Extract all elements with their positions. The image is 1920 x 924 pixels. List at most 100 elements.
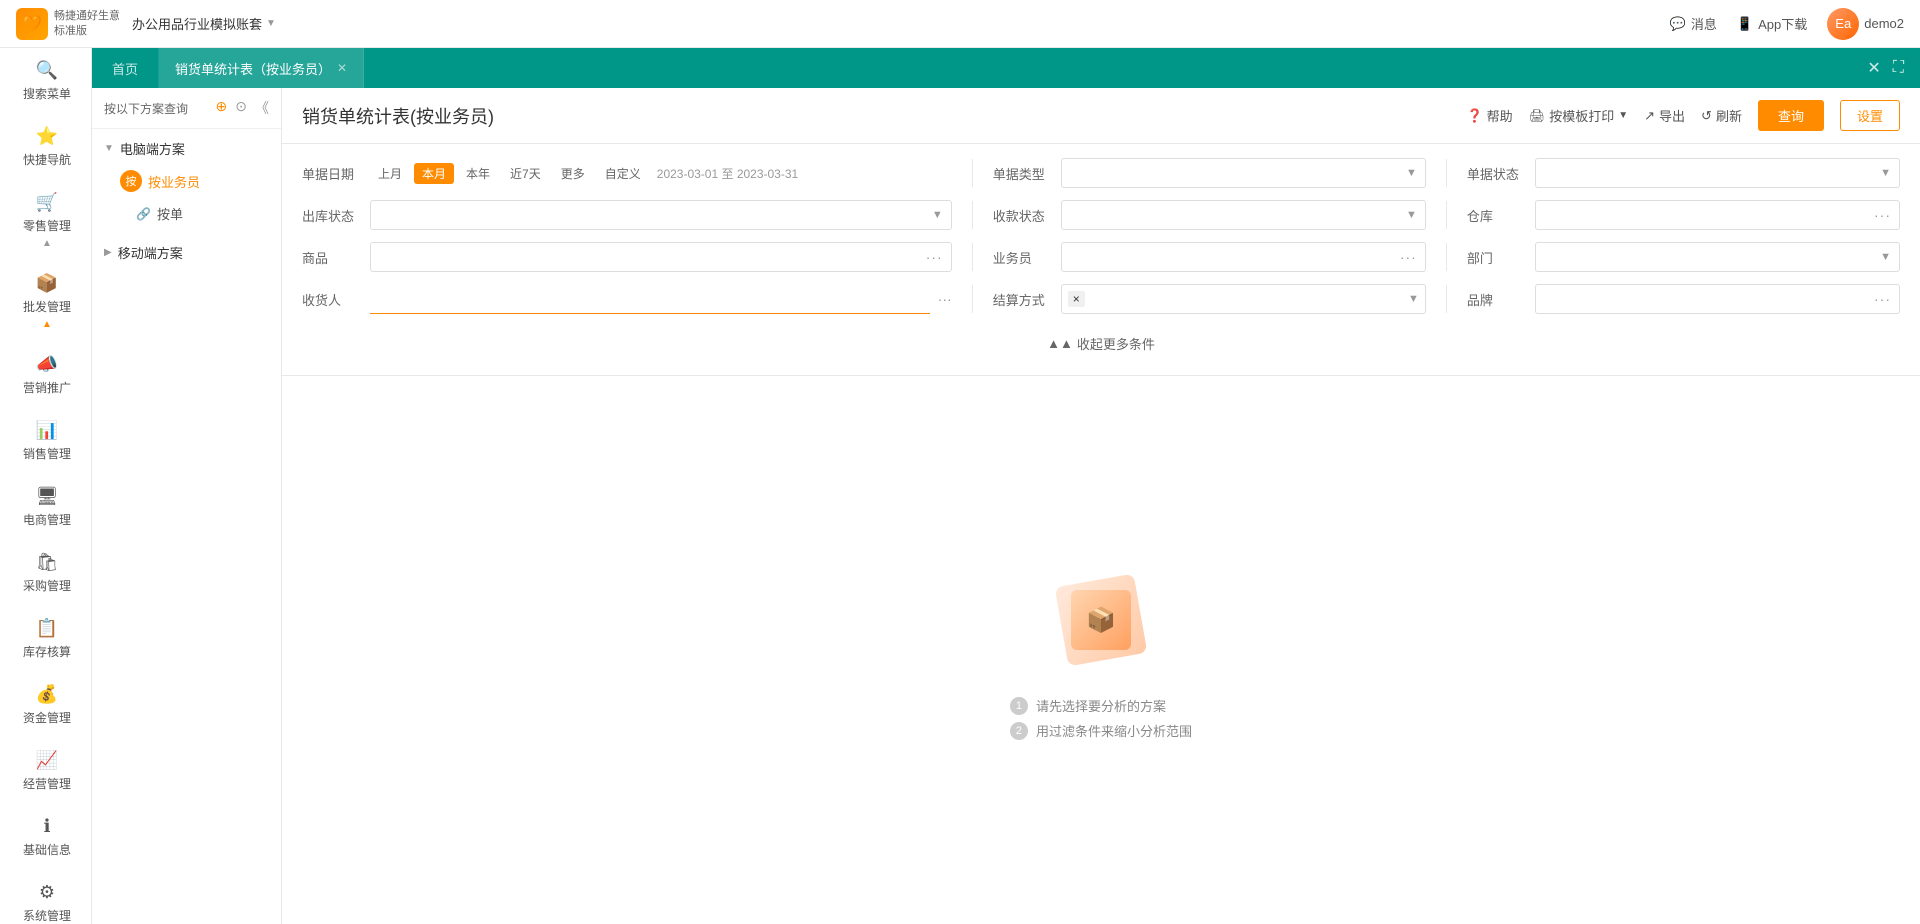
- filter-group-settlement: 结算方式 × ▼: [993, 284, 1426, 314]
- logo-icon: 🧡: [16, 8, 48, 40]
- date-tab-this-year[interactable]: 本年: [458, 163, 498, 184]
- brand-dots-icon: ···: [1874, 291, 1891, 307]
- sidebar-item-finance[interactable]: 💰 资金管理: [0, 672, 91, 738]
- help-button[interactable]: ❓ 帮助: [1466, 106, 1512, 125]
- filter-row-1: 单据日期 上月 本月 本年 近7天 更多 自定义: [302, 158, 1900, 188]
- date-range-display: 2023-03-01 至 2023-03-31: [657, 165, 798, 182]
- basic-icon: ℹ: [44, 816, 51, 837]
- payment-select[interactable]: ▼: [1061, 200, 1426, 230]
- main-content: 首页 销货单统计表（按业务员） ✕ ✕ ⛶: [92, 48, 1920, 924]
- retail-icon: 🛒: [36, 192, 58, 213]
- tab-close-icon[interactable]: ✕: [337, 61, 347, 75]
- empty-hints: 1 请先选择要分析的方案 2 用过滤条件来缩小分析范围: [1010, 696, 1192, 740]
- sidebar-item-sales[interactable]: 📊 销售管理: [0, 408, 91, 474]
- sidebar-item-wholesale[interactable]: 📦 批发管理 ▲: [0, 261, 91, 342]
- add-plan-button[interactable]: ⊕: [216, 98, 228, 118]
- department-select[interactable]: ▼: [1535, 242, 1900, 272]
- template-print-button[interactable]: 🖨 按模板打印 ▼: [1529, 106, 1628, 125]
- search-icon: 🔍: [36, 60, 58, 81]
- payment-label: 收款状态: [993, 206, 1053, 225]
- settings-plan-button[interactable]: ⊙: [235, 98, 247, 118]
- divider-6: [1446, 243, 1447, 271]
- warehouse-select[interactable]: ···: [1535, 200, 1900, 230]
- operation-icon: 📈: [36, 750, 58, 771]
- tab-sales-stats[interactable]: 销货单统计表（按业务员） ✕: [159, 48, 364, 88]
- empty-state: 📦 1 请先选择要分析的方案 2 用过滤条件来缩小分析范围: [282, 376, 1920, 924]
- plan-group-label: 电脑端方案: [120, 139, 185, 158]
- tab-home[interactable]: 首页: [92, 48, 159, 88]
- purchase-icon: 🛍: [36, 552, 59, 573]
- divider-3: [972, 201, 973, 229]
- plan-item-salesperson[interactable]: 按 按业务员: [92, 164, 281, 198]
- user-menu[interactable]: Ea demo2: [1827, 8, 1904, 40]
- retail-arrow-icon: ▲: [42, 238, 52, 249]
- sidebar-item-inventory[interactable]: 📋 库存核算: [0, 606, 91, 672]
- export-button[interactable]: ↗ 导出: [1644, 106, 1685, 125]
- filter-group-brand: 品牌 ···: [1467, 284, 1900, 314]
- app-download-button[interactable]: 📱 App下载: [1737, 14, 1807, 33]
- sidebar-item-marketing[interactable]: 📣 营销推广: [0, 342, 91, 408]
- sidebar-search[interactable]: 🔍 搜索菜单: [0, 48, 91, 114]
- plan-item-by-order[interactable]: 🔗 按单: [92, 198, 281, 229]
- sales-icon: 📊: [36, 420, 58, 441]
- sidebar-item-ecommerce[interactable]: 🖥 电商管理: [0, 474, 91, 540]
- product-select[interactable]: ···: [370, 242, 952, 272]
- filter-group-stock: 出库状态 ▼: [302, 200, 952, 230]
- sidebar-item-basic[interactable]: ℹ 基础信息: [0, 804, 91, 870]
- top-bar-left: 🧡 畅捷通好生意 标准版 办公用品行业模拟账套 ▼: [16, 8, 276, 40]
- doc-type-label: 单据类型: [993, 164, 1053, 183]
- sidebar-item-purchase[interactable]: 🛍 采购管理: [0, 540, 91, 606]
- settlement-select[interactable]: × ▼: [1061, 284, 1426, 314]
- empty-box-inner: 📦: [1071, 590, 1131, 650]
- brand-select[interactable]: ···: [1535, 284, 1900, 314]
- hint-num-2: 2: [1010, 722, 1028, 740]
- date-tab-more[interactable]: 更多: [553, 163, 593, 184]
- salesperson-select[interactable]: ···: [1061, 242, 1426, 272]
- window-minimize-icon[interactable]: ✕: [1867, 58, 1880, 78]
- page-header: 销货单统计表(按业务员) ❓ 帮助 🖨 按模板打印 ▼: [282, 88, 1920, 144]
- date-tab-custom[interactable]: 自定义: [597, 163, 649, 184]
- marketing-icon: 📣: [36, 354, 58, 375]
- page-actions: ❓ 帮助 🖨 按模板打印 ▼ ↗ 导出: [1466, 100, 1900, 131]
- warehouse-label: 仓库: [1467, 206, 1527, 225]
- plan-group-desktop-header[interactable]: ▼ 电脑端方案: [92, 133, 281, 164]
- query-button[interactable]: 查询: [1758, 100, 1824, 131]
- main-panel: 销货单统计表(按业务员) ❓ 帮助 🖨 按模板打印 ▼: [282, 88, 1920, 924]
- sidebar-item-operation[interactable]: 📈 经营管理: [0, 738, 91, 804]
- collapse-panel-button[interactable]: 《: [255, 98, 269, 118]
- message-button[interactable]: 💬 消息: [1670, 14, 1717, 33]
- wholesale-arrow-icon: ▲: [42, 319, 52, 330]
- print-icon: 🖨: [1529, 108, 1546, 124]
- workspace-selector[interactable]: 办公用品行业模拟账套 ▼: [132, 14, 276, 33]
- settlement-tag-close-icon[interactable]: ×: [1073, 292, 1080, 306]
- collapse-more-button[interactable]: ▲▲ 收起更多条件: [302, 326, 1900, 361]
- filter-group-doc-status: 单据状态 ▼: [1467, 158, 1900, 188]
- sidebar-item-retail[interactable]: 🛒 零售管理 ▲: [0, 180, 91, 261]
- filter-group-payment: 收款状态 ▼: [993, 200, 1426, 230]
- date-tab-7-days[interactable]: 近7天: [502, 163, 549, 184]
- group-expand-icon: ▼: [104, 143, 114, 154]
- plan-group-mobile-header[interactable]: ▶ 移动端方案: [92, 237, 281, 268]
- left-panel-header: 按以下方案查询 ⊕ ⊙ 《: [92, 88, 281, 129]
- doc-status-select[interactable]: ▼: [1535, 158, 1900, 188]
- empty-illustration: 📦: [1041, 560, 1161, 680]
- recipient-input-control: ···: [370, 284, 952, 314]
- sidebar-quick-nav[interactable]: ⭐ 快捷导航: [0, 114, 91, 180]
- doc-status-label: 单据状态: [1467, 164, 1527, 183]
- department-label: 部门: [1467, 248, 1527, 267]
- refresh-button[interactable]: ↺ 刷新: [1701, 106, 1742, 125]
- settings-button[interactable]: 设置: [1840, 100, 1900, 131]
- date-tab-last-month[interactable]: 上月: [370, 163, 410, 184]
- salesperson-dots-icon: ···: [1400, 249, 1417, 265]
- doc-type-select[interactable]: ▼: [1061, 158, 1426, 188]
- payment-chevron-icon: ▼: [1406, 209, 1417, 221]
- sidebar-item-system[interactable]: ⚙ 系统管理: [0, 870, 91, 924]
- stock-status-select[interactable]: ▼: [370, 200, 952, 230]
- settlement-tag: ×: [1068, 291, 1085, 307]
- date-tab-this-month[interactable]: 本月: [414, 163, 454, 184]
- window-maximize-icon[interactable]: ⛶: [1893, 59, 1904, 77]
- doc-type-chevron-icon: ▼: [1406, 167, 1417, 179]
- message-icon: 💬: [1670, 16, 1686, 32]
- salesperson-label: 业务员: [993, 248, 1053, 267]
- recipient-input[interactable]: [370, 284, 930, 314]
